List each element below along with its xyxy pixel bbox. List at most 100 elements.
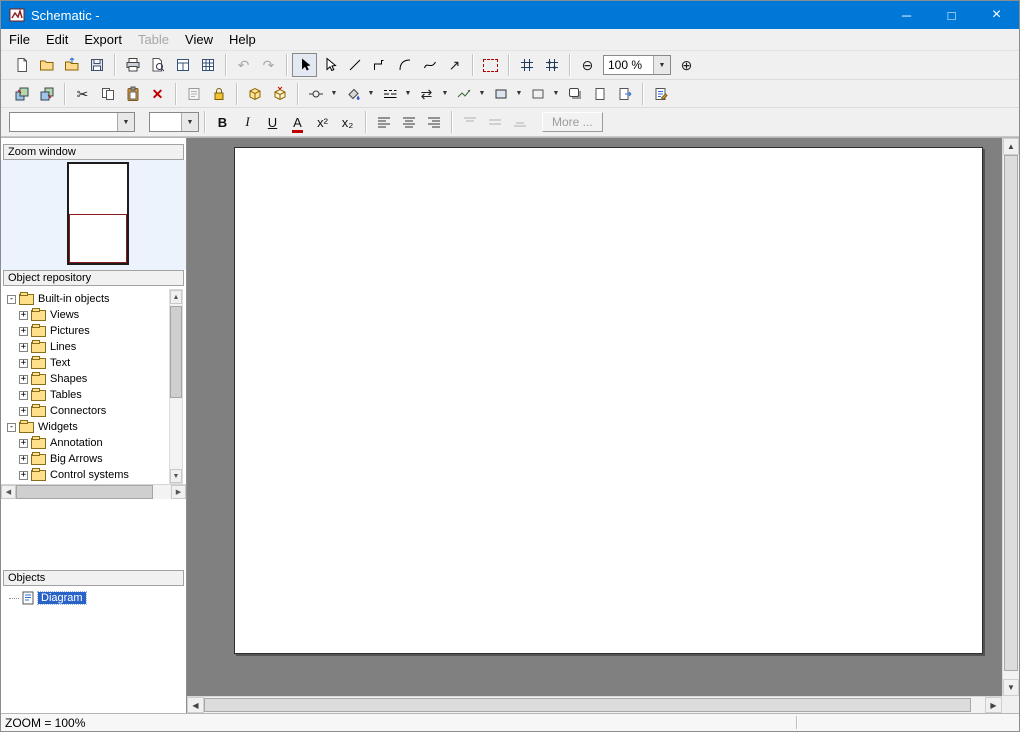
copy-button[interactable] <box>95 82 120 106</box>
scrollbar-thumb[interactable] <box>16 485 153 499</box>
align-center-button[interactable] <box>396 110 421 134</box>
new-button[interactable] <box>9 53 34 77</box>
menu-view[interactable]: View <box>177 30 221 49</box>
minimize-button[interactable]: ─ <box>884 1 929 29</box>
print-button[interactable] <box>120 53 145 77</box>
line-width-split-button[interactable]: ⇄ ▼ <box>414 82 451 106</box>
print-preview-button[interactable] <box>145 53 170 77</box>
node-select-tool-button[interactable] <box>317 53 342 77</box>
tree-item[interactable]: - Built-in objects <box>1 291 186 307</box>
align-left-button[interactable] <box>371 110 396 134</box>
zoom-out-button[interactable]: ⊖ <box>575 53 600 77</box>
repository-horizontal-scrollbar[interactable]: ◀ ▶ <box>1 484 186 499</box>
expand-icon[interactable]: + <box>19 471 28 480</box>
chevron-down-icon[interactable]: ▼ <box>513 82 525 106</box>
canvas-horizontal-scrollbar[interactable]: ◀ ▶ <box>187 696 1002 713</box>
fill-color-split-button[interactable]: ▼ <box>340 82 377 106</box>
scrollbar-thumb[interactable] <box>170 306 182 398</box>
expand-icon[interactable]: + <box>19 455 28 464</box>
marquee-select-button[interactable] <box>478 53 503 77</box>
tree-item-label[interactable]: Views <box>50 309 79 321</box>
scroll-down-icon[interactable]: ▼ <box>1003 679 1019 696</box>
cut-button[interactable]: ✂ <box>70 82 95 106</box>
tree-item[interactable]: + Shapes <box>1 371 186 387</box>
ungroup-button[interactable] <box>267 82 292 106</box>
expand-icon[interactable]: + <box>19 327 28 336</box>
collapse-icon[interactable]: - <box>7 423 16 432</box>
tree-item[interactable]: + Annotation <box>1 435 186 451</box>
select-tool-button[interactable] <box>292 53 317 77</box>
line-style-button[interactable] <box>377 82 402 106</box>
underline-button[interactable]: U <box>260 110 285 134</box>
paste-button[interactable] <box>120 82 145 106</box>
tree-item[interactable]: + Connectors <box>1 403 186 419</box>
group-button[interactable] <box>242 82 267 106</box>
polyline-tool-button[interactable] <box>367 53 392 77</box>
scroll-up-icon[interactable]: ▲ <box>1003 138 1019 155</box>
align-right-button[interactable] <box>421 110 446 134</box>
fill-color-button[interactable] <box>340 82 365 106</box>
close-button[interactable]: × <box>974 1 1019 29</box>
curve-tool-button[interactable] <box>417 53 442 77</box>
canvas-vertical-scrollbar[interactable]: ▲ ▼ <box>1002 138 1019 696</box>
rotate-split-button[interactable]: ▼ <box>303 82 340 106</box>
tree-item-label[interactable]: Text <box>50 357 70 369</box>
menu-file[interactable]: File <box>1 30 38 49</box>
chevron-down-icon[interactable]: ▼ <box>328 82 340 106</box>
tree-item-label[interactable]: Annotation <box>50 437 103 449</box>
chevron-down-icon[interactable]: ▼ <box>476 82 488 106</box>
arrow-style-button[interactable] <box>451 82 476 106</box>
shape-style-button[interactable] <box>525 82 550 106</box>
object-properties-button[interactable] <box>648 82 673 106</box>
objects-tree-item-label[interactable]: Diagram <box>38 592 86 604</box>
frame-style-split-button[interactable]: ▼ <box>488 82 525 106</box>
import-button[interactable] <box>59 53 84 77</box>
scrollbar-track[interactable] <box>170 398 182 469</box>
shadow-button[interactable] <box>562 82 587 106</box>
arrow-tool-button[interactable]: ↗ <box>442 53 467 77</box>
scroll-down-icon[interactable]: ▼ <box>170 469 182 483</box>
tree-item[interactable]: + Lines <box>1 339 186 355</box>
chevron-down-icon[interactable]: ▼ <box>181 113 198 131</box>
subscript-button[interactable]: x₂ <box>335 110 360 134</box>
menu-export[interactable]: Export <box>76 30 130 49</box>
tree-item-label[interactable]: Pictures <box>50 325 90 337</box>
tree-item[interactable]: + Text <box>1 355 186 371</box>
tree-item-label[interactable]: Tables <box>50 389 82 401</box>
maximize-button[interactable]: □ <box>929 1 974 29</box>
chevron-down-icon[interactable]: ▼ <box>439 82 451 106</box>
font-family-combobox[interactable]: ▼ <box>9 112 135 132</box>
tree-item[interactable]: + Pictures <box>1 323 186 339</box>
objects-tree-item[interactable]: Diagram <box>1 590 186 606</box>
line-width-button[interactable]: ⇄ <box>414 82 439 106</box>
chevron-down-icon[interactable]: ▼ <box>550 82 562 106</box>
zoom-window-preview[interactable] <box>1 160 186 270</box>
zoom-fit-button[interactable]: ⊕ <box>674 53 699 77</box>
bring-to-front-button[interactable] <box>9 82 34 106</box>
tree-item[interactable]: + Control systems <box>1 467 186 483</box>
expand-icon[interactable]: + <box>19 375 28 384</box>
expand-icon[interactable]: + <box>19 391 28 400</box>
font-size-combobox[interactable]: ▼ <box>149 112 199 132</box>
drawing-canvas[interactable]: ▲ ▼ ◀ ▶ <box>187 138 1019 713</box>
expand-icon[interactable]: + <box>19 439 28 448</box>
bold-button[interactable]: B <box>210 110 235 134</box>
menu-help[interactable]: Help <box>221 30 264 49</box>
zoom-level-combobox[interactable]: 100 % ▼ <box>603 55 671 75</box>
chevron-down-icon[interactable]: ▼ <box>117 113 134 131</box>
grid-layout-button[interactable] <box>195 53 220 77</box>
scrollbar-thumb[interactable] <box>204 698 971 712</box>
tree-item[interactable]: + Tables <box>1 387 186 403</box>
snap-grid-toggle-button[interactable] <box>539 53 564 77</box>
scroll-left-icon[interactable]: ◀ <box>1 485 16 499</box>
tree-item-label[interactable]: Widgets <box>38 421 78 433</box>
open-button[interactable] <box>34 53 59 77</box>
expand-icon[interactable]: + <box>19 407 28 416</box>
scroll-right-icon[interactable]: ▶ <box>985 697 1002 713</box>
scroll-right-icon[interactable]: ▶ <box>171 485 186 499</box>
expand-icon[interactable]: + <box>19 343 28 352</box>
lock-button[interactable] <box>206 82 231 106</box>
grid-toggle-button[interactable] <box>514 53 539 77</box>
collapse-icon[interactable]: - <box>7 295 16 304</box>
tree-item-label[interactable]: Built-in objects <box>38 293 110 305</box>
